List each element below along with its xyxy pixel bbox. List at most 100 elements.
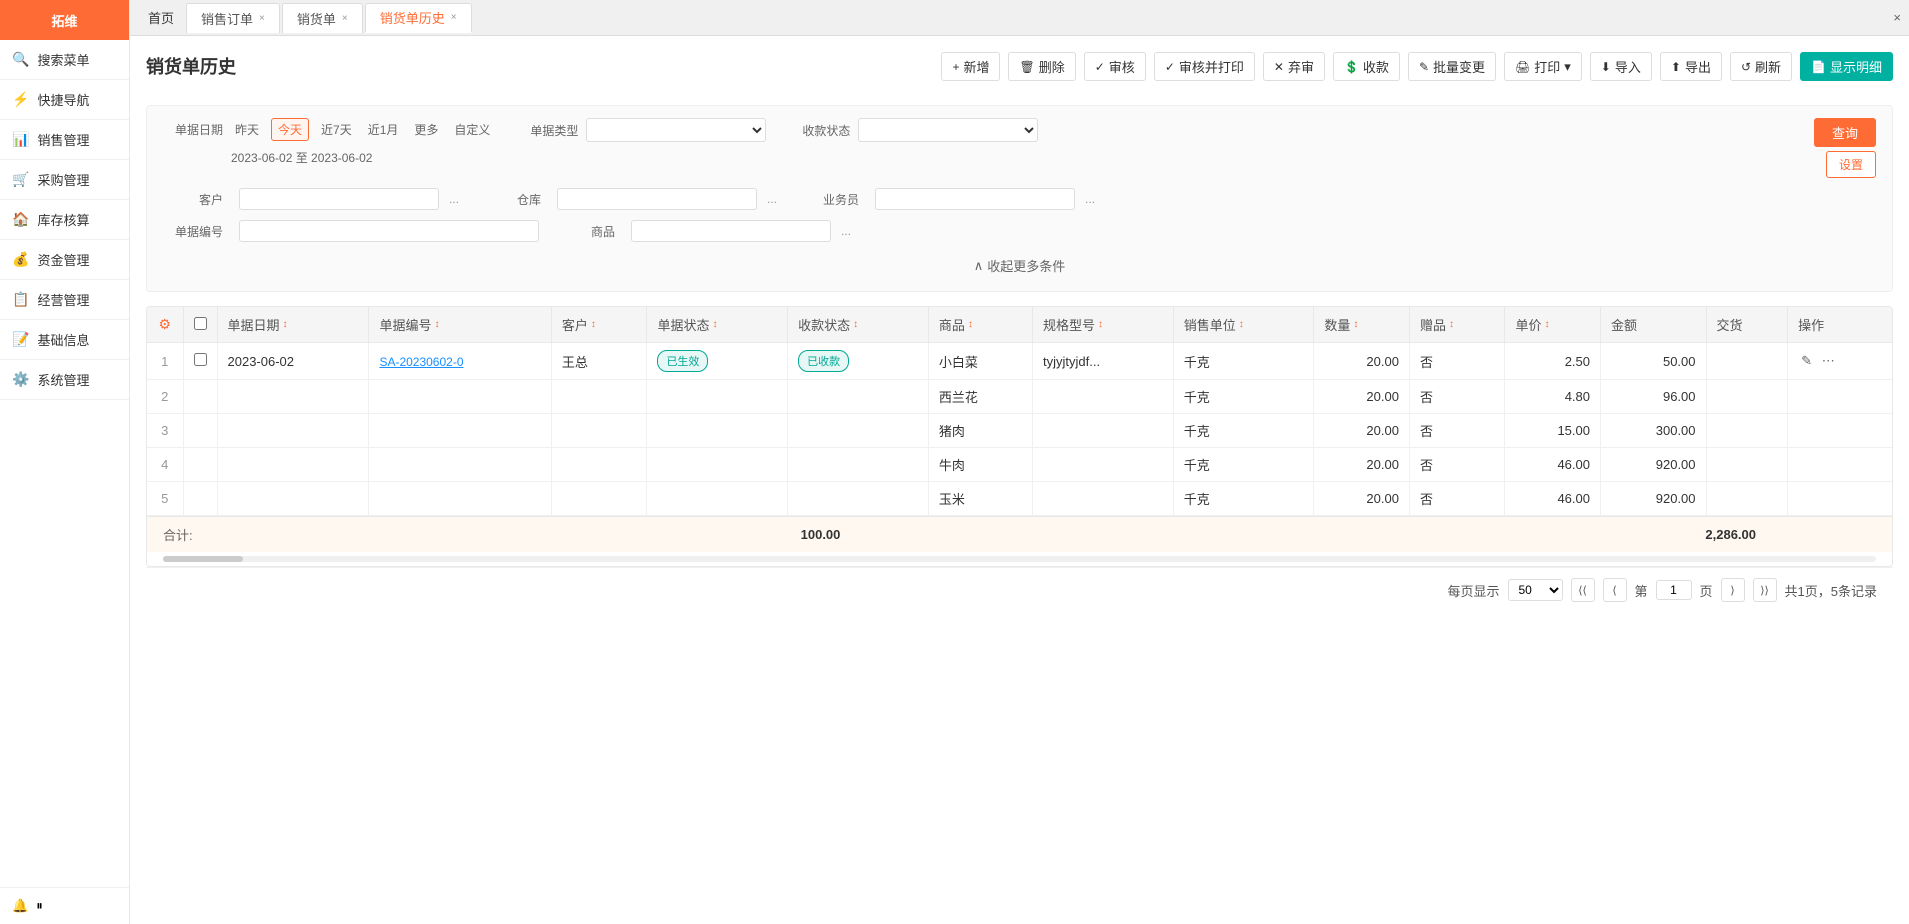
sidebar-item-quick-nav[interactable]: ⚡ 快捷导航	[0, 80, 129, 120]
system-mgmt-icon: ⚙️	[12, 371, 29, 388]
cell-customer: 王总	[551, 343, 647, 380]
shortcut-custom[interactable]: 自定义	[450, 119, 494, 140]
th-doc-status[interactable]: 单据状态 ↕	[647, 307, 788, 343]
cell-checkbox	[183, 343, 217, 380]
sidebar-item-basic-info[interactable]: 📝 基础信息	[0, 320, 129, 360]
table-row: 4 牛肉 千克 20.00 否 46.00 920.00	[147, 448, 1892, 482]
th-spec[interactable]: 规格型号 ↕	[1033, 307, 1174, 343]
audit-button[interactable]: ✓ 审核	[1084, 52, 1146, 81]
table-row: 5 玉米 千克 20.00 否 46.00 920.00	[147, 482, 1892, 516]
tab-sales-goods[interactable]: 销货单 ×	[282, 3, 363, 33]
print-button[interactable]: 🖨 打印 ▾	[1504, 52, 1582, 81]
next-page-button[interactable]: ⟩	[1721, 578, 1745, 602]
sidebar-bottom-icon2[interactable]: ⏸	[36, 898, 43, 914]
delete-icon: 🗑	[1019, 60, 1034, 74]
tab-sales-order[interactable]: 销售订单 ×	[186, 3, 280, 33]
th-qty[interactable]: 数量 ↕	[1314, 307, 1410, 343]
row-checkbox[interactable]	[194, 353, 207, 366]
gear-settings-icon[interactable]: ⚙	[158, 316, 171, 332]
tab-home[interactable]: 首页	[138, 3, 184, 33]
table-row: 3 猪肉 千克 20.00 否 15.00 300.00	[147, 414, 1892, 448]
th-amount: 金额	[1601, 307, 1707, 343]
query-button[interactable]: 查询	[1814, 118, 1876, 147]
tab-close-sales-history[interactable]: ×	[451, 12, 457, 23]
shortcut-more[interactable]: 更多	[410, 119, 442, 140]
payment-status-select[interactable]	[858, 118, 1038, 142]
select-all-checkbox[interactable]	[194, 317, 207, 330]
tab-sales-history[interactable]: 销货单历史 ×	[365, 3, 472, 33]
new-button[interactable]: + 新增	[941, 52, 1000, 81]
warehouse-ellipsis[interactable]: ...	[761, 190, 783, 208]
page-number-input[interactable]	[1656, 580, 1692, 600]
th-price[interactable]: 单价 ↕	[1505, 307, 1601, 343]
export-button[interactable]: ⬆ 导出	[1660, 52, 1722, 81]
cell-goods: 小白菜	[928, 343, 1032, 380]
audit-print-button[interactable]: ✓ 审核并打印	[1154, 52, 1255, 81]
sidebar-bottom-icon1[interactable]: 🔔	[12, 898, 28, 914]
customer-ellipsis[interactable]: ...	[443, 190, 465, 208]
cell-unit: 千克	[1173, 482, 1314, 516]
sales-rep-label: 业务员	[799, 191, 859, 208]
set-button[interactable]: 设置	[1826, 151, 1876, 178]
th-doc-no[interactable]: 单据编号 ↕	[369, 307, 551, 343]
horizontal-scrollbar[interactable]	[163, 556, 1876, 562]
th-gear: ⚙	[147, 307, 183, 343]
total-info: 共1页，5条记录	[1785, 581, 1877, 600]
cell-goods: 玉米	[928, 482, 1032, 516]
sales-rep-input[interactable]	[875, 188, 1075, 210]
th-unit[interactable]: 销售单位 ↕	[1173, 307, 1314, 343]
shortcut-1month[interactable]: 近1月	[364, 119, 403, 140]
th-date[interactable]: 单据日期 ↕	[217, 307, 369, 343]
cell-action	[1788, 414, 1892, 448]
last-page-button[interactable]: ⟩⟩	[1753, 578, 1777, 602]
doc-no-link[interactable]: SA-20230602-0	[379, 355, 463, 369]
shortcut-today[interactable]: 今天	[271, 118, 309, 141]
sidebar-item-purchase-mgmt[interactable]: 🛒 采购管理	[0, 160, 129, 200]
sidebar-item-finance[interactable]: 💰 资金管理	[0, 240, 129, 280]
sidebar-item-inventory[interactable]: 🏠 库存核算	[0, 200, 129, 240]
collapse-button[interactable]: ∧ 收起更多条件	[966, 252, 1074, 279]
tab-close-sales-goods[interactable]: ×	[342, 13, 348, 24]
edit-icon[interactable]: ✎	[1801, 353, 1812, 368]
th-gift[interactable]: 赠品 ↕	[1409, 307, 1505, 343]
sales-rep-ellipsis[interactable]: ...	[1079, 190, 1101, 208]
sidebar-item-system-mgmt[interactable]: ⚙️ 系统管理	[0, 360, 129, 400]
finance-icon: 💰	[12, 251, 29, 268]
sidebar-item-search-menu[interactable]: 🔍 搜索菜单	[0, 40, 129, 80]
th-customer[interactable]: 客户 ↕	[551, 307, 647, 343]
sidebar-item-label: 库存核算	[37, 210, 89, 229]
goods-input[interactable]	[631, 220, 831, 242]
show-detail-button[interactable]: 📄 显示明细	[1800, 52, 1893, 81]
cell-price: 2.50	[1505, 343, 1601, 380]
prev-page-button[interactable]: ⟨	[1603, 578, 1627, 602]
cell-amount: 920.00	[1601, 448, 1707, 482]
doc-type-select[interactable]	[586, 118, 766, 142]
delete-button[interactable]: 🗑 删除	[1008, 52, 1075, 81]
doc-type-label: 单据类型	[518, 122, 578, 139]
import-button[interactable]: ⬇ 导入	[1590, 52, 1652, 81]
sidebar-item-sales-mgmt[interactable]: 📊 销售管理	[0, 120, 129, 160]
shortcut-yesterday[interactable]: 昨天	[231, 119, 263, 140]
refresh-icon: ↺	[1741, 60, 1751, 74]
first-page-button[interactable]: ⟨⟨	[1571, 578, 1595, 602]
batch-change-icon: ✎	[1419, 60, 1429, 74]
basic-info-icon: 📝	[12, 331, 29, 348]
goods-ellipsis[interactable]: ...	[835, 222, 857, 240]
abandon-button[interactable]: ✕ 弃审	[1263, 52, 1325, 81]
page-size-select[interactable]: 50 100	[1508, 579, 1563, 601]
refresh-button[interactable]: ↺ 刷新	[1730, 52, 1792, 81]
print-dropdown-icon: ▾	[1564, 59, 1571, 75]
th-pay-status[interactable]: 收款状态 ↕	[788, 307, 929, 343]
more-action-icon[interactable]: ⋯	[1822, 353, 1835, 368]
customer-input[interactable]	[239, 188, 439, 210]
tab-close-sales-order[interactable]: ×	[259, 13, 265, 24]
batch-change-button[interactable]: ✎ 批量变更	[1408, 52, 1496, 81]
tab-bar-right[interactable]: ×	[1893, 10, 1901, 25]
th-goods[interactable]: 商品 ↕	[928, 307, 1032, 343]
shortcut-7days[interactable]: 近7天	[317, 119, 356, 140]
collect-button[interactable]: 💲 收款	[1333, 52, 1400, 81]
doc-no-input[interactable]	[239, 220, 539, 242]
warehouse-input[interactable]	[557, 188, 757, 210]
cell-doc-status	[647, 482, 788, 516]
sidebar-item-operations[interactable]: 📋 经营管理	[0, 280, 129, 320]
